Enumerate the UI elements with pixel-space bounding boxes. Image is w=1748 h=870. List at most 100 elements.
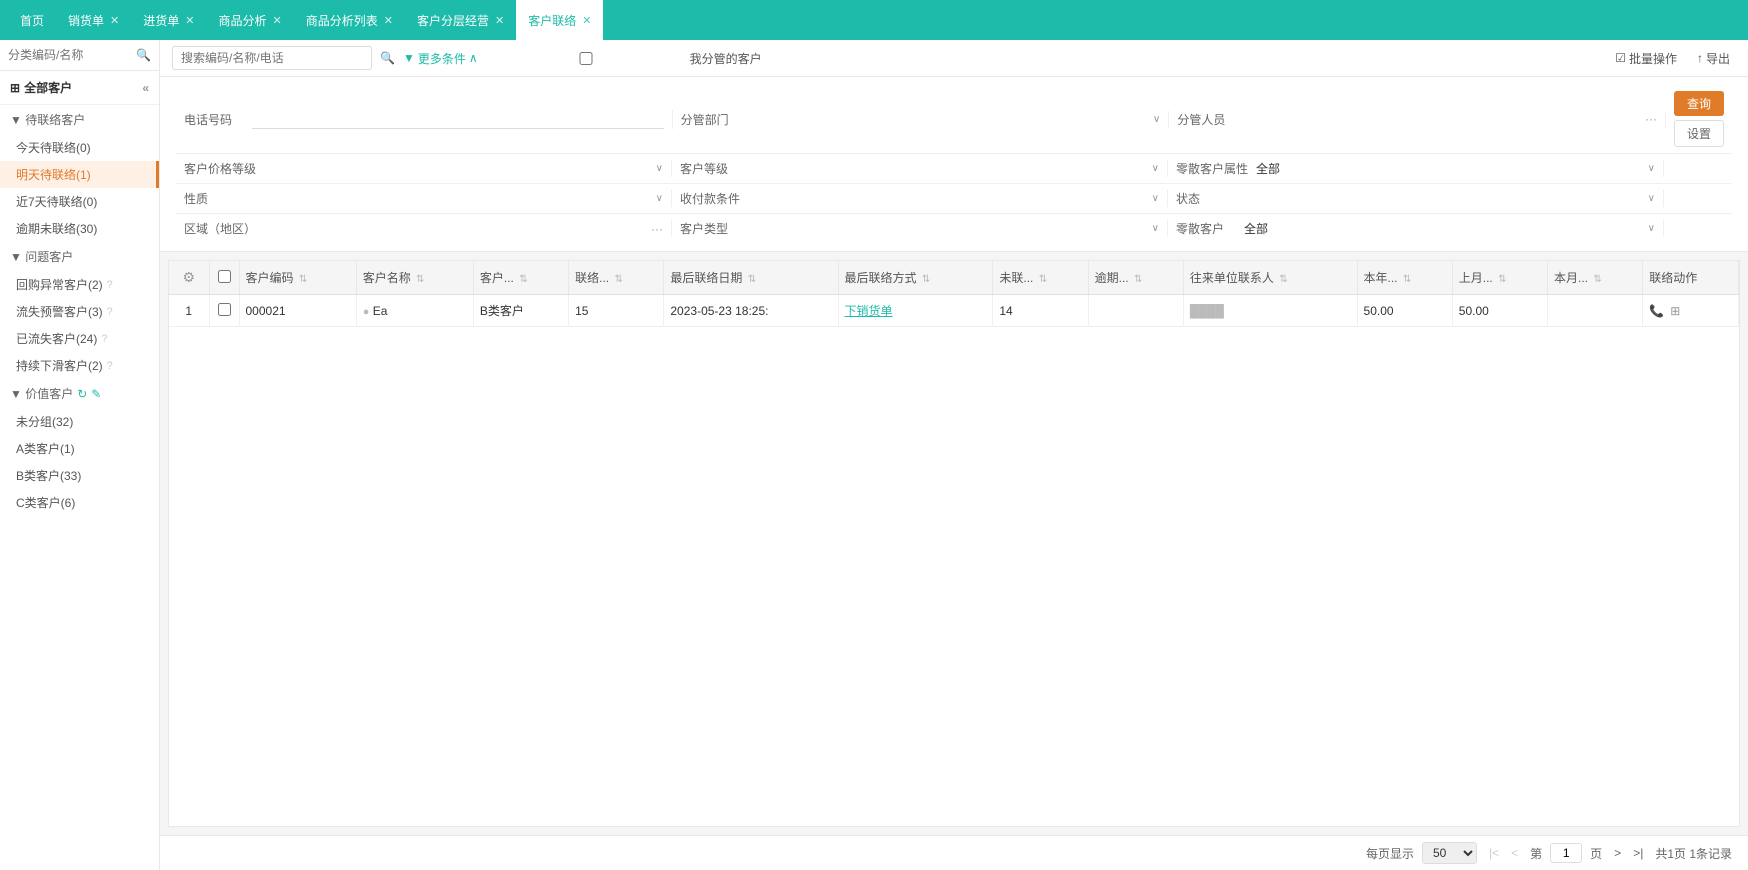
customer-level-select[interactable]: ∨ (748, 163, 1159, 174)
sidebar-all-customers[interactable]: ⊞ 全部客户 « (0, 71, 159, 105)
sidebar-item-class-c[interactable]: C类客户(6) (0, 489, 159, 516)
td-action: 📞 ⊞ (1643, 295, 1739, 327)
next-page-btn[interactable]: > (1610, 844, 1625, 862)
query-button[interactable]: 查询 (1674, 91, 1724, 116)
chevron-down-icon: ∨ (656, 163, 663, 174)
region-select[interactable]: ··· (264, 222, 663, 236)
price-level-select[interactable]: ∨ (264, 163, 663, 174)
filter-dept: 分管部门 ∨ (673, 111, 1170, 128)
sidebar-item-overdue-contact[interactable]: 逾期未联络(30) (0, 215, 159, 242)
my-customers-checkbox-label[interactable]: 我分管的客户 (486, 50, 762, 67)
nav-product-analysis-list[interactable]: 商品分析列表 ✕ (294, 0, 405, 40)
gear-icon[interactable]: ⚙ (182, 269, 195, 285)
page-size-label: 每页显示 (1366, 845, 1414, 862)
prev-page-btn[interactable]: < (1507, 844, 1522, 862)
row-checkbox[interactable] (218, 303, 231, 316)
last-page-btn[interactable]: >| (1629, 844, 1647, 862)
chevron-down-icon: ∨ (656, 193, 663, 204)
sidebar-item-declining-customers[interactable]: 持续下滑客户(2) ? (0, 352, 159, 379)
more-icon[interactable]: ··· (1645, 112, 1657, 126)
pagination-footer: 每页显示 50 100 200 |< < 第 页 > >| 共1页 1条记录 (160, 835, 1748, 870)
sidebar-item-tomorrow-contact[interactable]: 明天待联络(1) (0, 161, 159, 188)
edit-icon[interactable]: ✎ (91, 387, 101, 401)
sidebar-item-ungrouped[interactable]: 未分组(32) (0, 408, 159, 435)
nav-customer-contact[interactable]: 客户联络 ✕ (516, 0, 603, 40)
batch-operation-btn[interactable]: ☑ 批量操作 (1609, 47, 1683, 70)
search-input[interactable] (172, 46, 372, 70)
payment-terms-select[interactable]: ∨ (748, 193, 1159, 204)
th-checkbox[interactable] (209, 261, 239, 295)
search-icon[interactable]: 🔍 (136, 48, 151, 62)
nav-customer-layer[interactable]: 客户分层经营 ✕ (405, 0, 516, 40)
sidebar-item-class-a[interactable]: A类客户(1) (0, 435, 159, 462)
phone-input[interactable] (252, 110, 664, 129)
sort-icon[interactable]: ⇅ (1403, 274, 1411, 285)
chevron-down-icon: ∨ (1648, 223, 1655, 234)
first-page-btn[interactable]: |< (1485, 844, 1503, 862)
status-select[interactable]: ∨ (1244, 193, 1655, 204)
nav-home[interactable]: 首页 (8, 0, 56, 40)
customer-type-select[interactable]: ∨ (748, 223, 1159, 234)
sort-icon[interactable]: ⇅ (1498, 274, 1506, 285)
close-icon[interactable]: ✕ (582, 14, 591, 27)
th-settings[interactable]: ⚙ (169, 261, 209, 295)
sidebar-item-loss-warning[interactable]: 流失预警客户(3) ? (0, 298, 159, 325)
refresh-icon[interactable]: ↻ (77, 387, 87, 401)
nav-purchase-order[interactable]: 进货单 ✕ (131, 0, 206, 40)
th-code: 客户编码 ⇅ (239, 261, 356, 295)
sidebar-item-today-contact[interactable]: 今天待联络(0) (0, 134, 159, 161)
th-name: 客户名称 ⇅ (356, 261, 473, 295)
select-all-checkbox[interactable] (218, 270, 231, 283)
filter-nature: 性质 ∨ (176, 190, 672, 207)
last-method-link[interactable]: 下销货单 (845, 304, 893, 318)
close-icon[interactable]: ✕ (384, 14, 393, 27)
collapse-icon[interactable]: « (142, 81, 149, 95)
close-icon[interactable]: ✕ (110, 14, 119, 27)
person-select[interactable]: ··· (1245, 112, 1657, 126)
td-checkbox[interactable] (209, 295, 239, 327)
nav-product-analysis[interactable]: 商品分析 ✕ (206, 0, 293, 40)
filter-region: 区域（地区） ··· (176, 220, 672, 237)
retail-customer-select[interactable]: 全部 ∨ (1244, 220, 1655, 237)
sidebar-item-purchase-anomaly[interactable]: 回购异常客户(2) ? (0, 271, 159, 298)
td-name: ● Ea (356, 295, 473, 327)
sort-icon[interactable]: ⇅ (519, 274, 527, 285)
grid-action-icon[interactable]: ⊞ (1670, 304, 1680, 318)
sidebar-item-class-b[interactable]: B类客户(33) (0, 462, 159, 489)
page-size-select[interactable]: 50 100 200 (1422, 842, 1477, 864)
sort-icon[interactable]: ⇅ (416, 274, 424, 285)
contact-person-masked: ████ (1190, 304, 1224, 318)
sort-icon[interactable]: ⇅ (748, 274, 756, 285)
grid-icon: ⊞ (10, 81, 20, 95)
export-btn[interactable]: ↑ 导出 (1691, 47, 1736, 70)
search-btn-icon[interactable]: 🔍 (380, 51, 395, 65)
sidebar-search-input[interactable] (8, 48, 136, 62)
sort-icon[interactable]: ⇅ (1279, 274, 1287, 285)
sort-icon[interactable]: ⇅ (299, 274, 307, 285)
sidebar-item-7day-contact[interactable]: 近7天待联络(0) (0, 188, 159, 215)
close-icon[interactable]: ✕ (273, 14, 282, 27)
nav-sales-order[interactable]: 销货单 ✕ (56, 0, 131, 40)
my-customers-checkbox[interactable] (486, 52, 686, 65)
nature-select[interactable]: ∨ (252, 193, 663, 204)
reset-button[interactable]: 设置 (1674, 120, 1724, 147)
th-type: 客户... ⇅ (473, 261, 568, 295)
more-conditions-btn[interactable]: ▼ 更多条件 ∧ (403, 50, 478, 67)
sort-icon[interactable]: ⇅ (1039, 274, 1047, 285)
dept-select[interactable]: ∨ (749, 114, 1161, 125)
filter-person: 分管人员 ··· (1169, 111, 1666, 128)
sort-icon[interactable]: ⇅ (1134, 274, 1142, 285)
td-no: 1 (169, 295, 209, 327)
close-icon[interactable]: ✕ (185, 14, 194, 27)
retail-attr-select[interactable]: 全部 ∨ (1256, 160, 1655, 177)
chevron-up-icon: ∧ (469, 51, 478, 65)
close-icon[interactable]: ✕ (495, 14, 504, 27)
sort-icon[interactable]: ⇅ (614, 274, 622, 285)
sort-icon[interactable]: ⇅ (922, 274, 930, 285)
question-icon: ? (107, 360, 113, 372)
call-icon[interactable]: 📞 (1649, 304, 1664, 318)
current-page-input[interactable] (1550, 843, 1582, 863)
more-icon[interactable]: ··· (651, 222, 663, 236)
sidebar-item-lost-customers[interactable]: 已流失客户(24) ? (0, 325, 159, 352)
sort-icon[interactable]: ⇅ (1593, 274, 1601, 285)
